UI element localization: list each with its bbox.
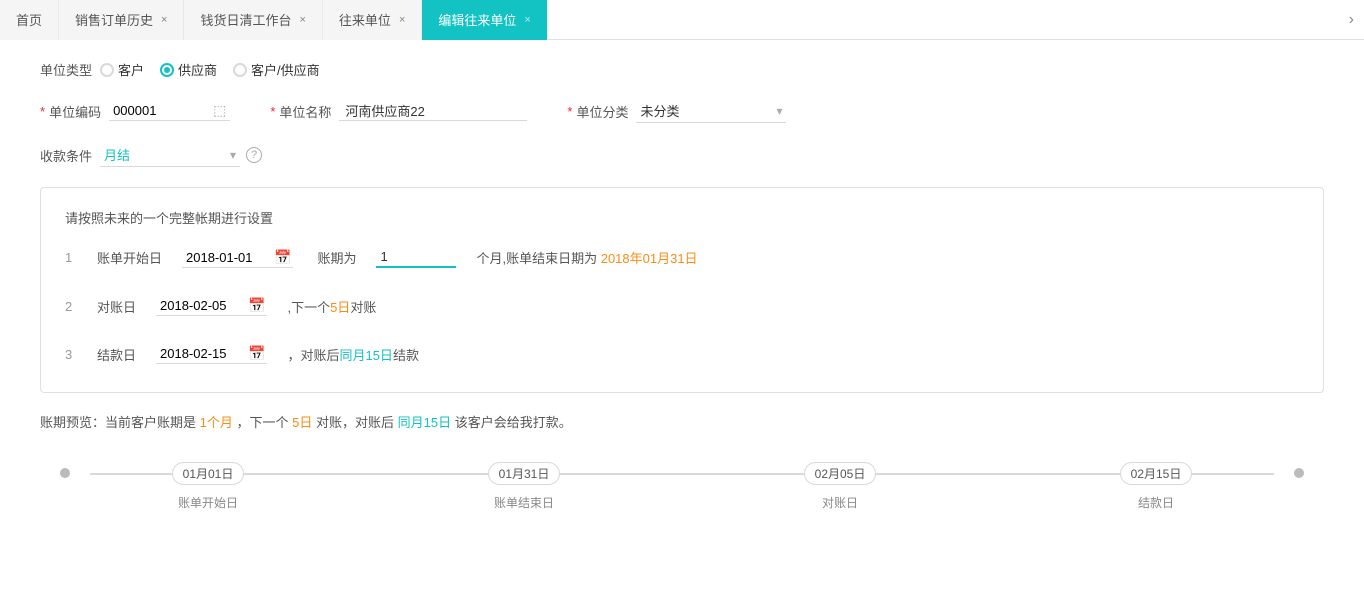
data-row-1: 1 账单开始日 📅 账期为 个月,账单结束日期为 2018年01月31日 [65, 247, 1299, 268]
end-date-1: 2018年01月31日 [601, 251, 698, 266]
copy-icon[interactable]: ⬚ [209, 102, 230, 119]
highlight-2: 5日 [330, 300, 350, 315]
tab-close-cash[interactable]: × [299, 14, 305, 26]
unit-type-field: 单位类型 客户 供应商 客户/供应商 [40, 60, 320, 79]
tab-home[interactable]: 首页 [0, 0, 59, 40]
row-num-3: 3 [65, 347, 85, 362]
period-input-wrap [376, 247, 456, 268]
payment-value: 月结 [104, 145, 226, 164]
tab-close-sales[interactable]: × [161, 14, 167, 26]
payment-field: 收款条件 月结 ▾ ? [40, 143, 262, 167]
tab-sales-history[interactable]: 销售订单历史 × [59, 0, 184, 40]
period-label-1: 账期为 [317, 248, 356, 267]
radio-circle-customer [100, 63, 114, 77]
date-input-3: 📅 [156, 344, 267, 364]
radio-circle-both [233, 63, 247, 77]
data-row-2: 2 对账日 📅 ,下一个5日对账 [65, 296, 1299, 316]
payment-label: 收款条件 [40, 146, 92, 165]
tab-bar: 首页 销售订单历史 × 钱货日清工作台 × 往来单位 × 编辑往来单位 × › [0, 0, 1364, 40]
timeline-inner: 01月01日 账单开始日 01月31日 账单结束日 02月05日 对账日 [50, 458, 1314, 511]
section-title: 请按照未来的一个完整帐期进行设置 [65, 208, 1299, 227]
payment-select[interactable]: 月结 ▾ [100, 143, 240, 167]
tab-close-edit-partner[interactable]: × [524, 14, 530, 26]
row-num-2: 2 [65, 299, 85, 314]
unit-type-label: 单位类型 [40, 60, 92, 79]
period-unit-1: 个月,账单结束日期为 2018年01月31日 [476, 248, 697, 267]
unit-code-label: 单位编码 [49, 102, 101, 121]
tab-close-partner[interactable]: × [399, 14, 405, 26]
unit-code-field: * 单位编码 ⬚ [40, 101, 230, 121]
unit-category-label: 单位分类 [576, 102, 628, 121]
row-label-1: 账单开始日 [97, 248, 162, 267]
unit-name-input[interactable] [339, 101, 527, 121]
preview-part1: 1个月 [200, 415, 233, 430]
radio-both[interactable]: 客户/供应商 [233, 60, 320, 79]
cal-icon-2[interactable]: 📅 [246, 297, 267, 314]
period-input[interactable] [376, 247, 456, 266]
preview-text: 账期预览：当前客户账期是 1个月 ，下一个 5日 对账，对账后 同月15日 该客… [40, 413, 1324, 434]
date-input-1: 📅 [182, 248, 293, 268]
timeline-label-4: 结款日 [1138, 494, 1174, 511]
tab-edit-partner[interactable]: 编辑往来单位 × [422, 0, 547, 40]
timeline-label-3: 对账日 [822, 494, 858, 511]
highlight-3: 同月15日 [339, 348, 392, 363]
timeline-badge-4: 02月15日 [1120, 462, 1193, 485]
radio-group: 客户 供应商 客户/供应商 [100, 60, 320, 79]
unit-category-value: 未分类 [640, 101, 772, 120]
preview-part2: 5日 [292, 415, 312, 430]
radio-circle-supplier [160, 63, 174, 77]
timeline-node-2: 01月31日 账单结束日 [488, 458, 561, 511]
row-label-3: 结款日 [97, 345, 136, 364]
timeline-badge-2: 01月31日 [488, 462, 561, 485]
tab-partner[interactable]: 往来单位 × [323, 0, 422, 40]
unit-info-row: * 单位编码 ⬚ * 单位名称 * 单位分类 未分类 ▾ [40, 99, 1324, 123]
row-desc-3: ，对账后同月15日结款 [287, 345, 419, 364]
unit-category-required: * [567, 104, 572, 119]
data-row-3: 3 结款日 📅 ，对账后同月15日结款 [65, 344, 1299, 364]
payment-arrow: ▾ [230, 148, 236, 162]
radio-customer[interactable]: 客户 [100, 60, 144, 79]
row-num-1: 1 [65, 250, 85, 265]
tab-cash-work[interactable]: 钱货日清工作台 × [184, 0, 322, 40]
unit-category-field: * 单位分类 未分类 ▾ [567, 99, 786, 123]
timeline-badge-1: 01月01日 [172, 462, 245, 485]
unit-code-required: * [40, 104, 45, 119]
date-field-2[interactable] [156, 296, 246, 315]
timeline-label-2: 账单结束日 [494, 494, 554, 511]
unit-name-field: * 单位名称 [270, 101, 527, 121]
cal-icon-3[interactable]: 📅 [246, 345, 267, 362]
timeline-node-4: 02月15日 结款日 [1120, 458, 1193, 511]
timeline-node-1: 01月01日 账单开始日 [172, 458, 245, 511]
unit-category-arrow: ▾ [776, 104, 782, 118]
timeline-end-dot [1294, 468, 1304, 478]
timeline-nodes: 01月01日 账单开始日 01月31日 账单结束日 02月05日 对账日 [50, 458, 1314, 511]
tab-more-button[interactable]: › [1339, 11, 1364, 29]
main-content: 单位类型 客户 供应商 客户/供应商 * 单位编码 [0, 40, 1364, 608]
unit-name-required: * [270, 104, 275, 119]
cal-icon-1[interactable]: 📅 [272, 249, 293, 266]
dot-start [60, 468, 70, 478]
timeline-node-3: 02月05日 对账日 [804, 458, 877, 511]
unit-category-select[interactable]: 未分类 ▾ [636, 99, 786, 123]
timeline-start-dot [60, 468, 70, 478]
date-field-3[interactable] [156, 344, 246, 363]
unit-name-label: 单位名称 [279, 102, 331, 121]
row-desc-2: ,下一个5日对账 [287, 297, 376, 316]
timeline-label-1: 账单开始日 [178, 494, 238, 511]
radio-supplier[interactable]: 供应商 [160, 60, 217, 79]
section-box: 请按照未来的一个完整帐期进行设置 1 账单开始日 📅 账期为 个月,账单结束日期… [40, 187, 1324, 393]
date-field-1[interactable] [182, 248, 272, 267]
row-label-2: 对账日 [97, 297, 136, 316]
date-input-2: 📅 [156, 296, 267, 316]
payment-row: 收款条件 月结 ▾ ? [40, 143, 1324, 167]
timeline-badge-3: 02月05日 [804, 462, 877, 485]
payment-help-icon[interactable]: ? [246, 147, 262, 163]
unit-code-input[interactable] [109, 101, 209, 120]
unit-code-input-wrap: ⬚ [109, 101, 230, 121]
timeline-container: 01月01日 账单开始日 01月31日 账单结束日 02月05日 对账日 [40, 458, 1324, 511]
dot-end [1294, 468, 1304, 478]
preview-part3: 同月15日 [398, 415, 451, 430]
unit-type-row: 单位类型 客户 供应商 客户/供应商 [40, 60, 1324, 79]
